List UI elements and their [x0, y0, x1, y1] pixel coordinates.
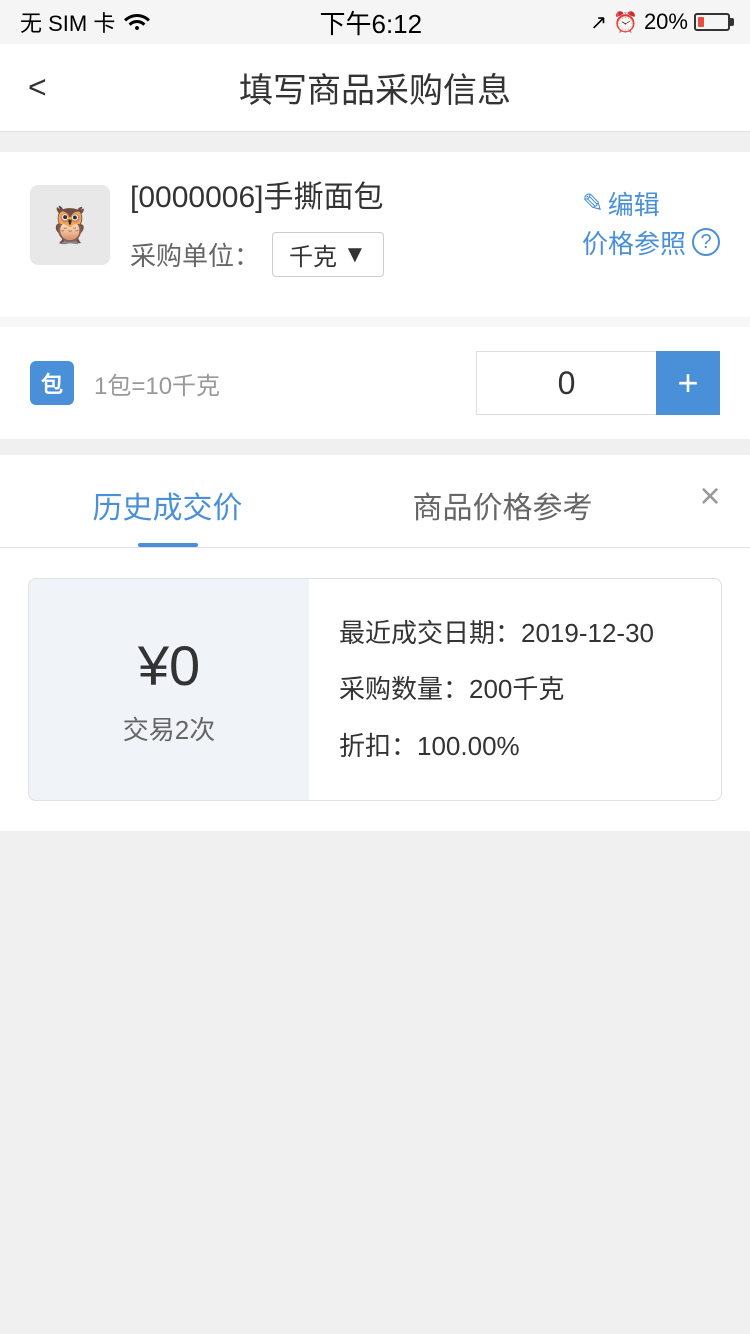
product-left: 🦉 [0000006]手撕面包 采购单位： 千克 ▼	[30, 172, 384, 277]
edit-button[interactable]: ✎ 编辑	[582, 185, 660, 222]
product-header: 🦉 [0000006]手撕面包 采购单位： 千克 ▼	[30, 172, 720, 277]
back-button[interactable]: <	[28, 69, 47, 106]
status-bar: 无 SIM 卡 下午6:12 ↗ ⏰ 20%	[0, 0, 750, 44]
product-info: [0000006]手撕面包 采购单位： 千克 ▼	[130, 172, 384, 277]
alarm-icon: ⏰	[613, 10, 638, 35]
price-card: ¥0 交易2次 最近成交日期：2019-12-30 采购数量：200千克 折扣：…	[28, 578, 722, 801]
product-logo-icon: 🦉	[48, 204, 93, 246]
product-unit-row: 采购单位： 千克 ▼	[130, 232, 384, 277]
wifi-icon	[123, 8, 151, 36]
price-detail-discount: 折扣：100.00%	[339, 728, 691, 764]
unit-conversion: 1包=10千克	[94, 366, 456, 401]
help-icon: ?	[692, 228, 720, 256]
tab-history-price[interactable]: 历史成交价	[0, 455, 335, 547]
status-right: ↗ ⏰ 20%	[590, 9, 730, 35]
unit-dropdown[interactable]: 千克 ▼	[272, 232, 384, 277]
unit-label: 采购单位：	[130, 236, 260, 273]
unit-value: 千克	[289, 237, 337, 272]
section-divider	[0, 317, 750, 327]
edit-icon: ✎	[582, 188, 604, 219]
tab-close-button[interactable]: ×	[670, 475, 750, 527]
dropdown-chevron-icon: ▼	[343, 241, 367, 269]
unit-badge: 包	[30, 361, 74, 405]
tab-product-price-ref[interactable]: 商品价格参考	[335, 455, 670, 547]
nav-bar: < 填写商品采购信息	[0, 44, 750, 132]
price-left-panel: ¥0 交易2次	[29, 579, 309, 800]
price-card-area: ¥0 交易2次 最近成交日期：2019-12-30 采购数量：200千克 折扣：…	[0, 548, 750, 831]
price-main: ¥0	[138, 633, 200, 698]
main-content: 🦉 [0000006]手撕面包 采购单位： 千克 ▼	[0, 152, 750, 871]
battery-icon	[694, 13, 730, 31]
price-ref-button[interactable]: 价格参照 ?	[582, 224, 720, 261]
unit-box-icon: 包	[30, 361, 74, 405]
price-detail-quantity: 采购数量：200千克	[339, 671, 691, 707]
tab-bar: 历史成交价 商品价格参考 ×	[0, 455, 750, 548]
price-detail-date: 最近成交日期：2019-12-30	[339, 615, 691, 651]
product-name: [0000006]手撕面包	[130, 172, 384, 216]
price-right-panel: 最近成交日期：2019-12-30 采购数量：200千克 折扣：100.00%	[309, 579, 721, 800]
quantity-row: 包 1包=10千克 +	[0, 327, 750, 439]
price-transactions: 交易2次	[123, 710, 215, 747]
location-icon: ↗	[590, 10, 607, 35]
product-thumbnail: 🦉	[30, 185, 110, 265]
page-title: 填写商品采购信息	[239, 63, 511, 112]
quantity-input[interactable]	[476, 351, 656, 415]
quantity-plus-button[interactable]: +	[656, 351, 720, 415]
product-card: 🦉 [0000006]手撕面包 采购单位： 千克 ▼	[0, 152, 750, 317]
quantity-input-group: +	[476, 351, 720, 415]
status-time: 下午6:12	[320, 4, 423, 41]
battery-percentage: 20%	[644, 9, 688, 35]
carrier-text: 无 SIM 卡	[20, 6, 115, 38]
status-left: 无 SIM 卡	[20, 6, 151, 38]
product-right: ✎ 编辑 价格参照 ?	[582, 185, 720, 265]
tabs-section: 历史成交价 商品价格参考 × ¥0 交易2次 最近成交日期：2019-12-30	[0, 455, 750, 831]
